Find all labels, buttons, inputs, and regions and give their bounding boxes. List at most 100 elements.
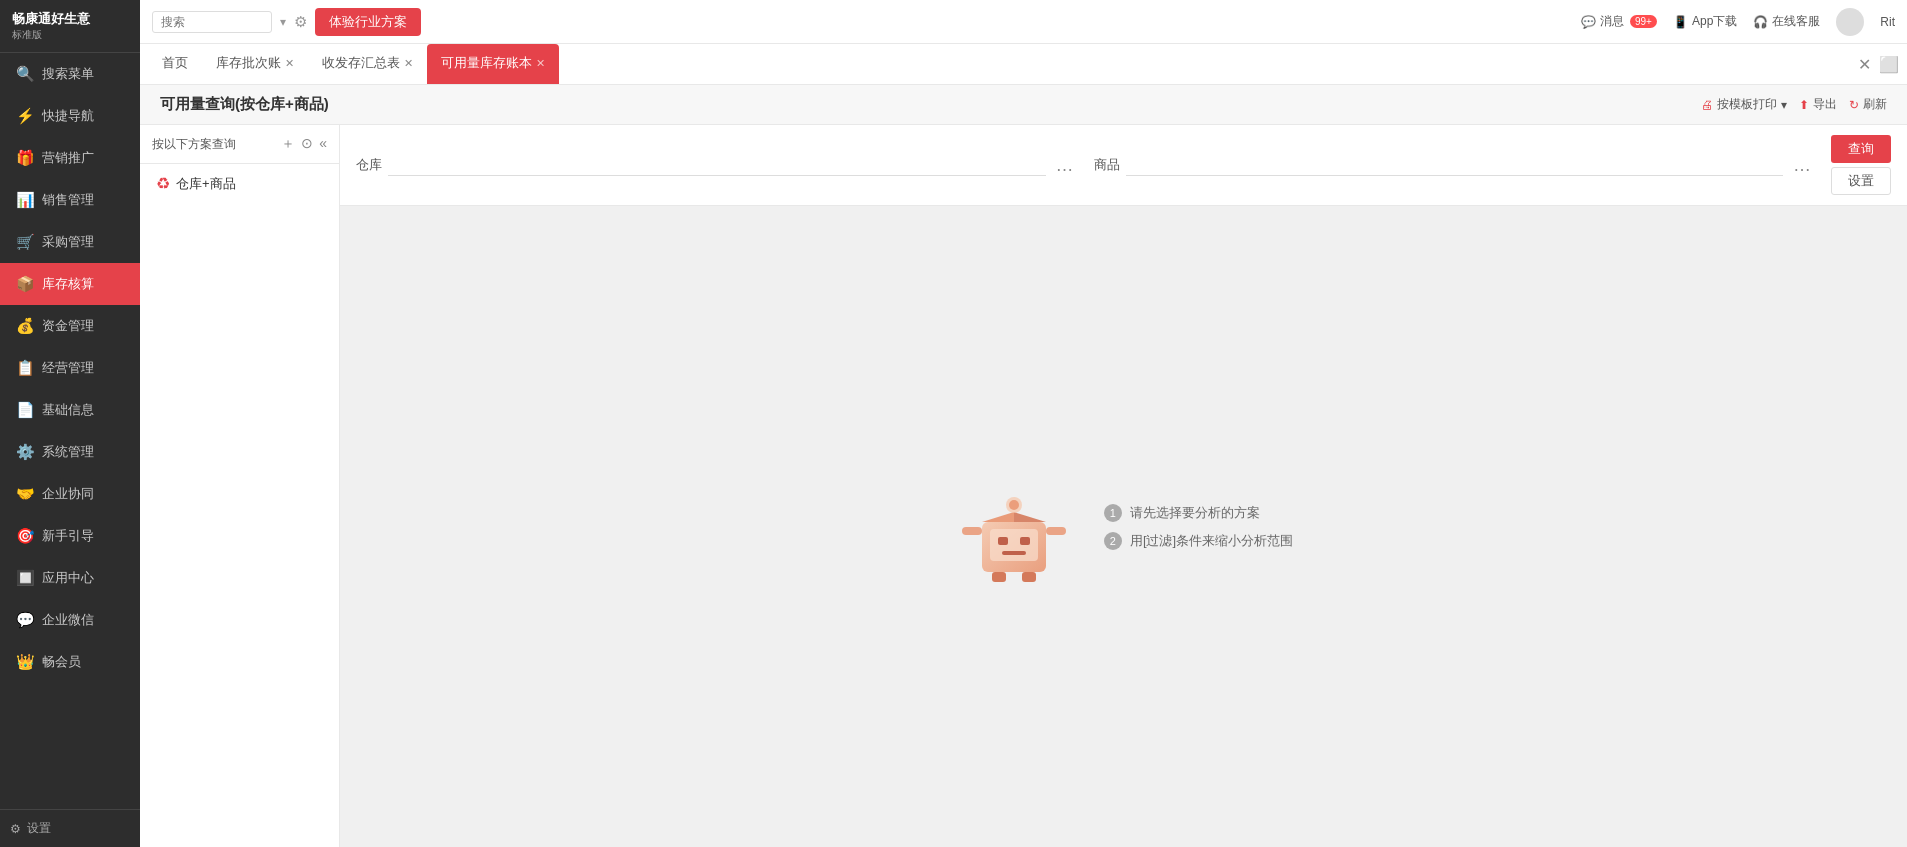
app-download-action[interactable]: 📱 App下载 — [1673, 13, 1737, 30]
sidebar-icon-enterprise: 🤝 — [16, 485, 34, 503]
tab-首页[interactable]: 首页 — [148, 44, 202, 84]
search-input[interactable] — [152, 11, 272, 33]
sidebar-item-appcenter[interactable]: 🔲 应用中心 — [0, 557, 140, 599]
refresh-label: 刷新 — [1863, 96, 1887, 113]
tab-收发存汇总表[interactable]: 收发存汇总表 ✕ — [308, 44, 427, 84]
sidebar-icon-shortcut: ⚡ — [16, 107, 34, 125]
print-chevron-icon[interactable]: ▾ — [1781, 98, 1787, 112]
print-label: 按模板打印 — [1717, 96, 1777, 113]
svg-rect-6 — [1002, 551, 1026, 555]
warehouse-filter-field: 仓库 … — [356, 154, 1078, 176]
sidebar-label-newbie: 新手引导 — [42, 527, 94, 545]
tab-label: 首页 — [162, 54, 188, 72]
maximize-btn[interactable]: ⬜ — [1879, 55, 1899, 74]
tab-close-btn[interactable]: ✕ — [536, 57, 545, 70]
sidebar-label-basics: 基础信息 — [42, 401, 94, 419]
print-btn[interactable]: 🖨 按模板打印 ▾ — [1701, 96, 1787, 113]
goods-more-btn[interactable]: … — [1789, 155, 1815, 176]
svg-marker-2 — [1014, 512, 1046, 522]
window-buttons: ✕ ⬜ — [1858, 55, 1899, 74]
online-service-action[interactable]: 🎧 在线客服 — [1753, 13, 1820, 30]
export-label: 导出 — [1813, 96, 1837, 113]
tab-库存批次账[interactable]: 库存批次账 ✕ — [202, 44, 308, 84]
sidebar-item-enterprise[interactable]: 🤝 企业协同 — [0, 473, 140, 515]
filter-bar: 仓库 … 商品 … 查询 设置 — [340, 125, 1907, 206]
sidebar-item-member[interactable]: 👑 畅会员 — [0, 641, 140, 683]
sidebar-label-marketing: 营销推广 — [42, 149, 94, 167]
sidebar-item-sales[interactable]: 📊 销售管理 — [0, 179, 140, 221]
close-window-btn[interactable]: ✕ — [1858, 55, 1871, 74]
sidebar-item-funds[interactable]: 💰 资金管理 — [0, 305, 140, 347]
sidebar-label-member: 畅会员 — [42, 653, 81, 671]
sidebar-icon-purchase: 🛒 — [16, 233, 34, 251]
goods-input[interactable] — [1126, 154, 1784, 176]
warehouse-label: 仓库 — [356, 156, 382, 174]
sidebar: 畅康通好生意 标准版 🔍 搜索菜单 ⚡ 快捷导航 🎁 营销推广 📊 销售管理 🛒… — [0, 0, 140, 847]
warehouse-more-btn[interactable]: … — [1052, 155, 1078, 176]
sidebar-label-search: 搜索菜单 — [42, 65, 94, 83]
online-service-label: 在线客服 — [1772, 13, 1820, 30]
sidebar-item-marketing[interactable]: 🎁 营销推广 — [0, 137, 140, 179]
left-panel: 按以下方案查询 ＋ ⊙ « ♻ 仓库+商品 — [140, 125, 340, 847]
message-label: 消息 — [1600, 13, 1624, 30]
page-header-actions: 🖨 按模板打印 ▾ ⬆ 导出 ↻ 刷新 — [1701, 96, 1887, 113]
sidebar-item-operation[interactable]: 📋 经营管理 — [0, 347, 140, 389]
add-icon[interactable]: ＋ — [281, 135, 295, 153]
sidebar-icon-search: 🔍 — [16, 65, 34, 83]
export-btn[interactable]: ⬆ 导出 — [1799, 96, 1837, 113]
tab-close-btn[interactable]: ✕ — [285, 57, 294, 70]
svg-rect-10 — [1022, 572, 1036, 582]
svg-point-12 — [1009, 500, 1019, 510]
avatar[interactable] — [1836, 8, 1864, 36]
query-button[interactable]: 查询 — [1831, 135, 1891, 163]
sidebar-item-search[interactable]: 🔍 搜索菜单 — [0, 53, 140, 95]
filter-settings-button[interactable]: 设置 — [1831, 167, 1891, 195]
tab-可用量库存账本[interactable]: 可用量库存账本 ✕ — [427, 44, 559, 84]
refresh-btn[interactable]: ↻ 刷新 — [1849, 96, 1887, 113]
trial-btn[interactable]: 体验行业方案 — [315, 8, 421, 36]
tip-text: 请先选择要分析的方案 — [1130, 504, 1260, 522]
sidebar-bottom: ⚙ 设置 — [0, 809, 140, 847]
sidebar-icon-system: ⚙️ — [16, 443, 34, 461]
filter-actions: 查询 设置 — [1831, 135, 1891, 195]
left-panel-icon-group: ＋ ⊙ « — [281, 135, 327, 153]
page-header: 可用量查询(按仓库+商品) 🖨 按模板打印 ▾ ⬆ 导出 ↻ 刷新 — [140, 85, 1907, 125]
sidebar-label-appcenter: 应用中心 — [42, 569, 94, 587]
message-action[interactable]: 💬 消息 99+ — [1581, 13, 1657, 30]
collapse-icon[interactable]: « — [319, 135, 327, 153]
sidebar-item-system[interactable]: ⚙️ 系统管理 — [0, 431, 140, 473]
goods-filter-field: 商品 … — [1094, 154, 1816, 176]
sidebar-icon-member: 👑 — [16, 653, 34, 671]
sidebar-item-inventory[interactable]: 📦 库存核算 — [0, 263, 140, 305]
sidebar-label-inventory: 库存核算 — [42, 275, 94, 293]
app-download-label: App下载 — [1692, 13, 1737, 30]
message-badge: 99+ — [1630, 15, 1657, 28]
refresh-icon: ↻ — [1849, 98, 1859, 112]
warehouse-input[interactable] — [388, 154, 1046, 176]
scheme-icon: ♻ — [156, 174, 170, 193]
settings-circle-icon[interactable]: ⊙ — [301, 135, 313, 153]
svg-rect-4 — [998, 537, 1008, 545]
sidebar-item-shortcut[interactable]: ⚡ 快捷导航 — [0, 95, 140, 137]
sidebar-label-system: 系统管理 — [42, 443, 94, 461]
chevron-down-icon[interactable]: ▾ — [280, 15, 286, 29]
logo-sub: 标准版 — [12, 28, 128, 42]
sidebar-icon-appcenter: 🔲 — [16, 569, 34, 587]
gear-icon[interactable]: ⚙ — [294, 13, 307, 31]
sidebar-label-operation: 经营管理 — [42, 359, 94, 377]
sidebar-label-purchase: 采购管理 — [42, 233, 94, 251]
sidebar-bottom-label: 设置 — [27, 820, 51, 837]
empty-tips: 1 请先选择要分析的方案 2 用[过滤]条件来缩小分析范围 — [1104, 504, 1293, 550]
sidebar-label-wxwork: 企业微信 — [42, 611, 94, 629]
content-area: 按以下方案查询 ＋ ⊙ « ♻ 仓库+商品 仓库 … — [140, 125, 1907, 847]
tab-close-btn[interactable]: ✕ — [404, 57, 413, 70]
sidebar-label-sales: 销售管理 — [42, 191, 94, 209]
scheme-item-warehouse-goods[interactable]: ♻ 仓库+商品 — [140, 164, 339, 203]
right-panel: 仓库 … 商品 … 查询 设置 — [340, 125, 1907, 847]
sidebar-item-purchase[interactable]: 🛒 采购管理 — [0, 221, 140, 263]
sidebar-item-newbie[interactable]: 🎯 新手引导 — [0, 515, 140, 557]
tabs-bar: 首页库存批次账 ✕收发存汇总表 ✕可用量库存账本 ✕ ✕ ⬜ — [140, 44, 1907, 85]
sidebar-item-wxwork[interactable]: 💬 企业微信 — [0, 599, 140, 641]
sidebar-item-basics[interactable]: 📄 基础信息 — [0, 389, 140, 431]
topbar-search-area — [152, 11, 272, 33]
